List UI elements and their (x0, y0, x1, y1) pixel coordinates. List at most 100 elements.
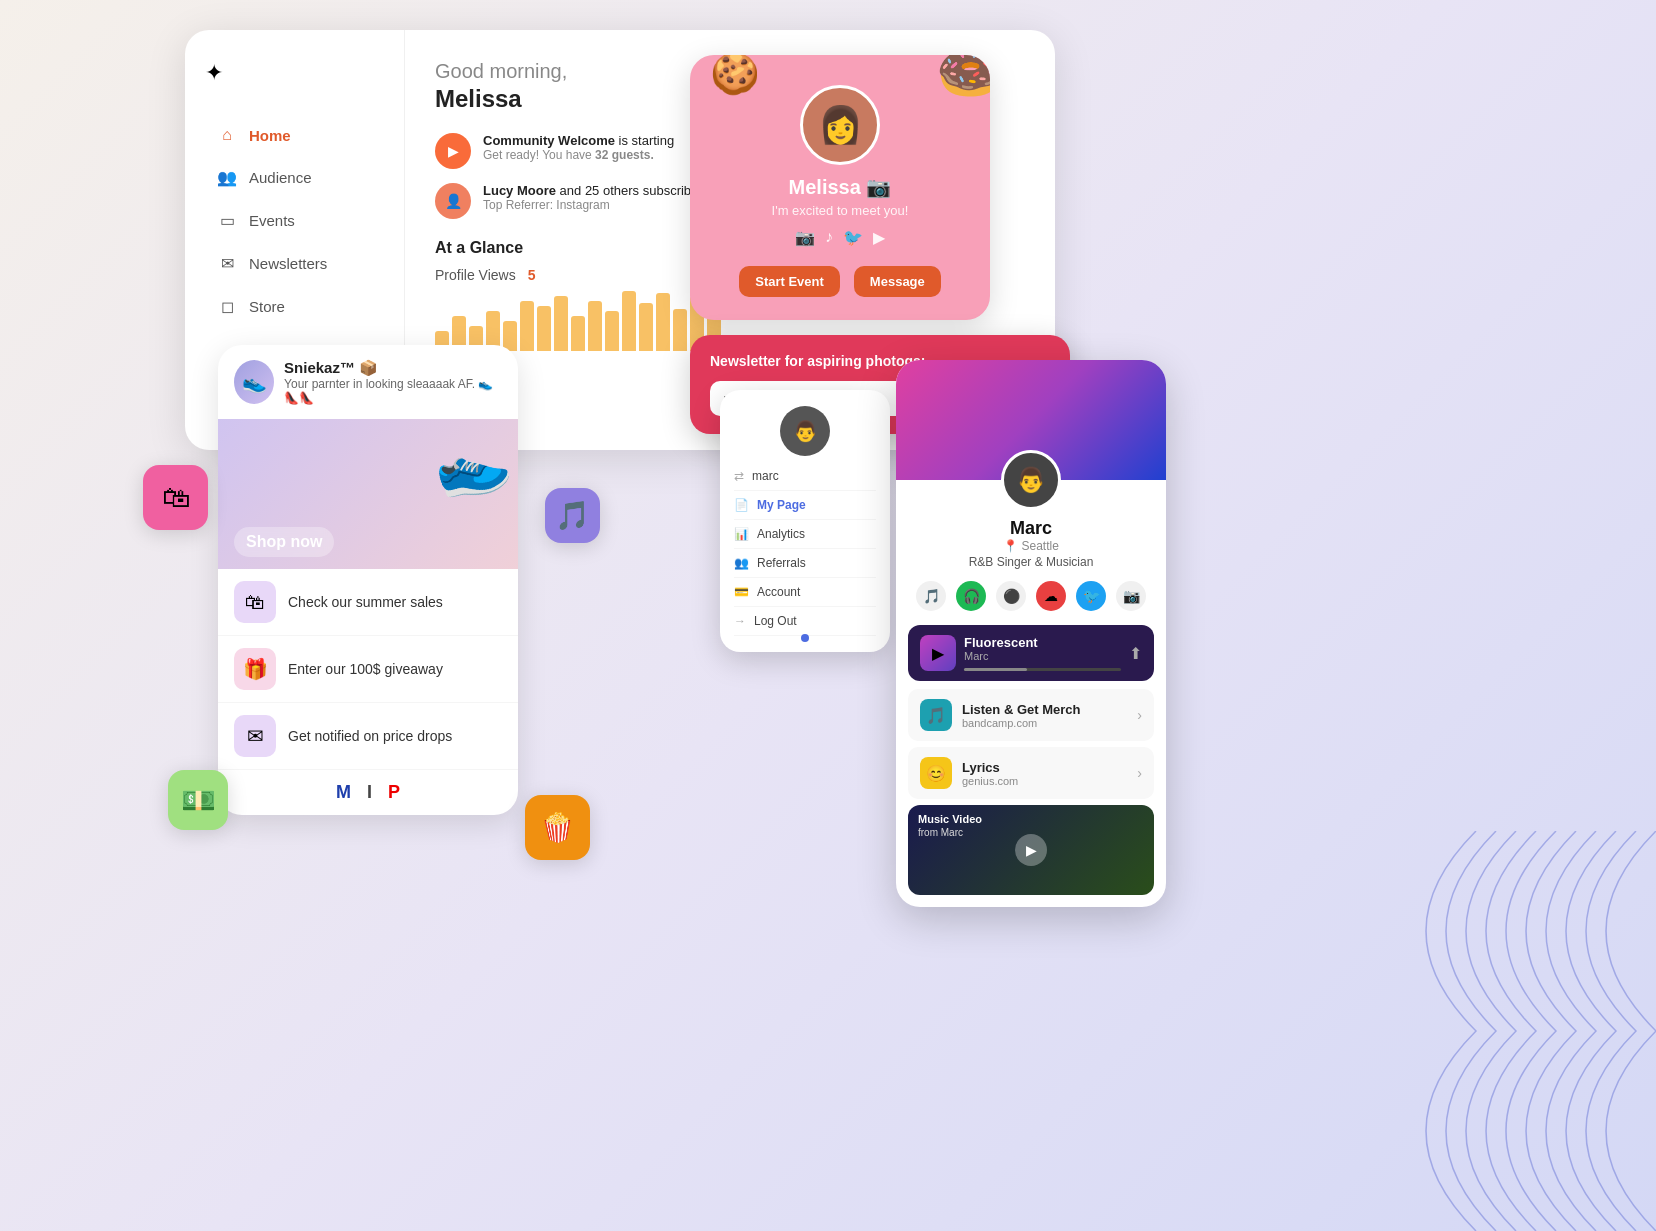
store-header: 👟 Sniekaz™ 📦 Your parnter in looking sle… (218, 345, 518, 419)
sidebar-item-store[interactable]: ◻ Store (205, 287, 384, 326)
mobile-avatar: 👨 (780, 406, 830, 456)
giveaway-label: Enter our 100$ giveaway (288, 661, 443, 677)
macaron-decoration: 🍩 (936, 55, 990, 105)
referrals-icon: 👥 (734, 556, 749, 570)
giveaway-icon: 🎁 (234, 648, 276, 690)
profile-views-label: Profile Views (435, 267, 516, 283)
notif-sub-1: Get ready! You have 32 guests. (483, 148, 674, 162)
summer-icon: 🛍 (234, 581, 276, 623)
store-item-summer[interactable]: 🛍 Check our summer sales (218, 569, 518, 636)
mobile-nav-label-account: Account (757, 585, 800, 599)
home-icon: ⌂ (217, 126, 237, 144)
social-instagram-icon[interactable]: 📷 (795, 228, 815, 247)
mobile-nav-label-logout: Log Out (754, 614, 797, 628)
store-icon: ◻ (217, 297, 237, 316)
sidebar-item-newsletters[interactable]: ✉ Newsletters (205, 244, 384, 283)
musician-name: Marc (896, 518, 1166, 539)
musician-card: 👨 Marc 📍 Seattle R&B Singer & Musician 🎵… (896, 360, 1166, 907)
mobile-nav-toggle[interactable]: ⇄ marc (734, 462, 876, 491)
sidebar-label-audience: Audience (249, 169, 312, 186)
notif-sub-2: Top Referrer: Instagram (483, 198, 706, 212)
genius-icon: 😊 (920, 757, 952, 789)
music-sticker: 🎵 (545, 488, 600, 543)
shop-now-label: Shop now (234, 527, 334, 557)
sidebar-label-events: Events (249, 212, 295, 229)
video-thumbnail[interactable]: Music Video from Marc ▶ (908, 805, 1154, 895)
bandcamp-info: Listen & Get Merch bandcamp.com (962, 702, 1080, 729)
store-card: 👟 Sniekaz™ 📦 Your parnter in looking sle… (218, 345, 518, 815)
track-artist: Marc (964, 650, 1121, 662)
bar-6 (520, 301, 534, 351)
play-button[interactable]: ▶ (1015, 834, 1047, 866)
genius-title: Lyrics (962, 760, 1018, 775)
musician-avatar: 👨 (1001, 450, 1061, 510)
store-avatar: 👟 (234, 360, 274, 404)
notify-label: Get notified on price drops (288, 728, 452, 744)
store-brand-name: Sniekaz™ 📦 (284, 359, 502, 377)
track-card[interactable]: ▶ Fluorescent Marc ⬆ (908, 625, 1154, 681)
mobile-nav-logout[interactable]: → Log Out (734, 607, 876, 636)
bandcamp-title: Listen & Get Merch (962, 702, 1080, 717)
mobile-nav-mypage[interactable]: 📄 My Page (734, 491, 876, 520)
message-button[interactable]: Message (854, 266, 941, 297)
social-twitter-icon[interactable]: 🐦 (843, 228, 863, 247)
sidebar-item-events[interactable]: ▭ Events (205, 201, 384, 240)
instagram-icon[interactable]: 📷 (1116, 581, 1146, 611)
profile-bio: I'm excited to meet you! (710, 203, 970, 218)
bar-12 (622, 291, 636, 351)
newsletters-icon: ✉ (217, 254, 237, 273)
mobile-nav-analytics[interactable]: 📊 Analytics (734, 520, 876, 549)
lastfm-icon[interactable]: ⚫ (996, 581, 1026, 611)
events-icon: ▭ (217, 211, 237, 230)
profile-name: Melissa 📷 (710, 175, 970, 199)
track-title: Fluorescent (964, 635, 1121, 650)
bar-7 (537, 306, 551, 351)
video-from: from Marc (918, 827, 963, 838)
store-socials: M I P (218, 770, 518, 815)
social-tiktok-icon[interactable]: ♪ (825, 228, 833, 247)
musician-socials: 🎵 🎧 ⚫ ☁ 🐦 📷 (896, 581, 1166, 611)
mobile-nav-account[interactable]: 💳 Account (734, 578, 876, 607)
pinterest-link[interactable]: P (388, 782, 400, 803)
sneaker-decoration: 👟 (423, 419, 518, 511)
instagram-link[interactable]: I (367, 782, 372, 803)
sidebar-item-audience[interactable]: 👥 Audience (205, 158, 384, 197)
store-tagline: Your parnter in looking sleaaaak AF. 👟👠👠 (284, 377, 502, 405)
music-icon[interactable]: 🎵 (916, 581, 946, 611)
mobile-nav-referrals[interactable]: 👥 Referrals (734, 549, 876, 578)
mobile-nav-label-analytics: Analytics (757, 527, 805, 541)
sidebar-label-newsletters: Newsletters (249, 255, 327, 272)
profile-socials: 📷 ♪ 🐦 ▶ (710, 228, 970, 247)
summer-label: Check our summer sales (288, 594, 443, 610)
store-item-notify[interactable]: ✉ Get notified on price drops (218, 703, 518, 770)
page-indicator (801, 634, 809, 642)
bar-10 (588, 301, 602, 351)
notif-title-1: Community Welcome is starting (483, 133, 674, 148)
sidebar-label-store: Store (249, 298, 285, 315)
social-youtube-icon[interactable]: ▶ (873, 228, 885, 247)
soundcloud-icon[interactable]: ☁ (1036, 581, 1066, 611)
bandcamp-icon: 🎵 (920, 699, 952, 731)
sidebar-item-home[interactable]: ⌂ Home (205, 116, 384, 154)
track-progress-bar (964, 668, 1121, 671)
mobile-nav-label-referrals: Referrals (757, 556, 806, 570)
bar-13 (639, 303, 653, 351)
medium-link[interactable]: M (336, 782, 351, 803)
bandcamp-link[interactable]: 🎵 Listen & Get Merch bandcamp.com › (908, 689, 1154, 741)
share-icon[interactable]: ⬆ (1129, 644, 1142, 663)
start-event-button[interactable]: Start Event (739, 266, 840, 297)
analytics-icon: 📊 (734, 527, 749, 541)
genius-link[interactable]: 😊 Lyrics genius.com › (908, 747, 1154, 799)
twitter-icon[interactable]: 🐦 (1076, 581, 1106, 611)
profile-card: 🍩 🍪 👩 Melissa 📷 I'm excited to meet you!… (690, 55, 990, 320)
track-thumbnail: ▶ (920, 635, 956, 671)
bandcamp-arrow: › (1137, 707, 1142, 723)
spotify-icon[interactable]: 🎧 (956, 581, 986, 611)
profile-views-value: 5 (528, 267, 536, 283)
musician-location: 📍 Seattle (896, 539, 1166, 553)
store-item-giveaway[interactable]: 🎁 Enter our 100$ giveaway (218, 636, 518, 703)
mypage-icon: 📄 (734, 498, 749, 512)
notify-icon: ✉ (234, 715, 276, 757)
notif-icon-2: 👤 (435, 183, 471, 219)
wave-decoration (1356, 831, 1656, 1231)
